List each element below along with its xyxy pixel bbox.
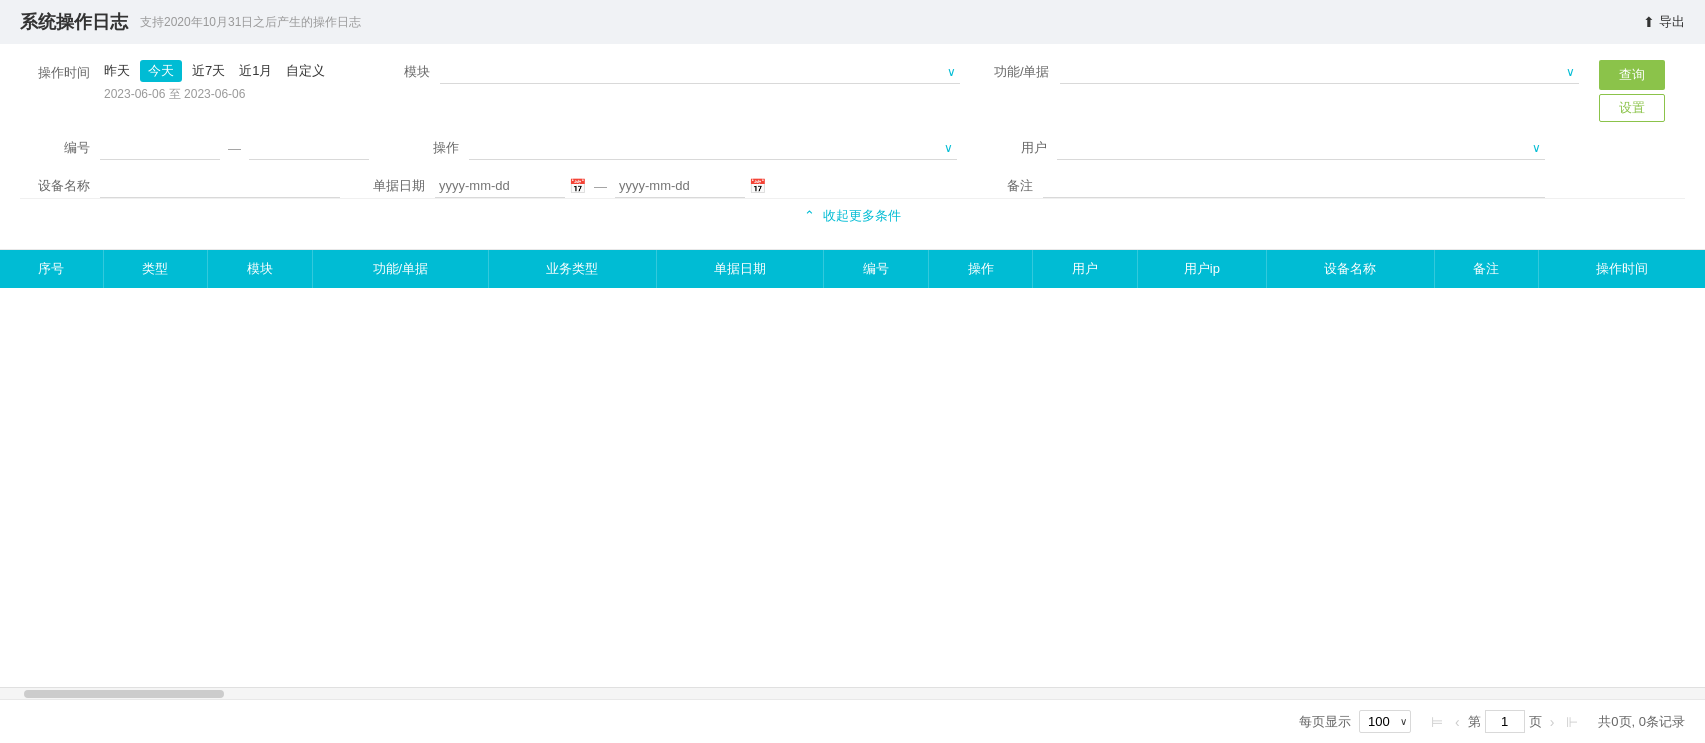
user-select-wrapper: ∨ [1057, 136, 1545, 160]
page-header: 系统操作日志 支持2020年10月31日之后产生的操作日志 ⬆ 导出 [0, 0, 1705, 44]
table-body [0, 288, 1705, 668]
header-left: 系统操作日志 支持2020年10月31日之后产生的操作日志 [20, 10, 361, 34]
calendar-to-icon[interactable]: 📅 [749, 178, 766, 194]
module-input[interactable] [440, 60, 960, 84]
page-number-input[interactable] [1485, 710, 1525, 733]
col-op-time: 操作时间 [1538, 250, 1705, 288]
query-button[interactable]: 查询 [1599, 60, 1665, 90]
first-page-button[interactable]: ⊨ [1427, 712, 1447, 732]
time-range-text: 2023-06-06 至 2023-06-06 [104, 86, 329, 103]
date-dash: — [594, 179, 607, 194]
date-label: 单据日期 [360, 177, 425, 195]
col-function: 功能/单据 [312, 250, 488, 288]
time-buttons: 昨天 今天 近7天 近1月 自定义 [100, 60, 329, 82]
number-label: 编号 [20, 139, 90, 157]
module-select-wrapper: ∨ [440, 60, 960, 84]
per-page-wrapper: 20 50 100 200 ∨ [1359, 710, 1411, 733]
table-header: 序号 类型 模块 功能/单据 业务类型 单据日期 编号 操作 用户 用户ip 设… [0, 250, 1705, 288]
user-input[interactable] [1057, 136, 1545, 160]
time-btn-yesterday[interactable]: 昨天 [100, 60, 134, 82]
page-wrapper: 系统操作日志 支持2020年10月31日之后产生的操作日志 ⬆ 导出 操作时间 … [0, 0, 1705, 743]
col-module: 模块 [208, 250, 312, 288]
prev-page-button[interactable]: ‹ [1451, 712, 1464, 732]
operation-select-wrapper: ∨ [469, 136, 957, 160]
col-index: 序号 [0, 250, 103, 288]
date-from-input[interactable] [435, 174, 565, 198]
operation-input[interactable] [469, 136, 957, 160]
function-input[interactable] [1060, 60, 1580, 84]
col-device: 设备名称 [1266, 250, 1434, 288]
device-label: 设备名称 [20, 177, 90, 195]
last-page-button[interactable]: ⊩ [1562, 712, 1582, 732]
action-buttons: 查询 设置 [1599, 60, 1685, 122]
col-type: 类型 [103, 250, 207, 288]
filter-area: 操作时间 昨天 今天 近7天 近1月 自定义 2023-06-06 至 2023… [0, 44, 1705, 250]
collapse-label: 收起更多条件 [823, 208, 901, 223]
page-unit: 页 [1529, 713, 1542, 731]
operation-label: 操作 [389, 139, 459, 157]
date-to-input[interactable] [615, 174, 745, 198]
page-nav: ⊨ ‹ 第 页 › ⊩ [1427, 710, 1582, 733]
per-page-label: 每页显示 [1299, 713, 1351, 731]
date-range-group: 📅 — 📅 [435, 174, 943, 198]
col-user: 用户 [1033, 250, 1137, 288]
data-table: 序号 类型 模块 功能/单据 业务类型 单据日期 编号 操作 用户 用户ip 设… [0, 250, 1705, 668]
number-dash: — [228, 141, 241, 156]
scroll-thumb[interactable] [24, 690, 224, 698]
function-select-wrapper: ∨ [1060, 60, 1580, 84]
col-number: 编号 [824, 250, 928, 288]
function-label: 功能/单据 [980, 63, 1050, 81]
table-header-row: 序号 类型 模块 功能/单据 业务类型 单据日期 编号 操作 用户 用户ip 设… [0, 250, 1705, 288]
settings-button[interactable]: 设置 [1599, 94, 1665, 122]
col-user-ip: 用户ip [1137, 250, 1266, 288]
user-label: 用户 [977, 139, 1047, 157]
device-input[interactable] [100, 174, 340, 198]
export-button[interactable]: ⬆ 导出 [1643, 13, 1685, 31]
per-page-select[interactable]: 20 50 100 200 [1359, 710, 1411, 733]
collapse-icon: ⌃ [804, 208, 815, 223]
number-from-input[interactable] [100, 136, 220, 160]
time-btn-1month[interactable]: 近1月 [235, 60, 276, 82]
number-to-input[interactable] [249, 136, 369, 160]
table-wrapper: 序号 类型 模块 功能/单据 业务类型 单据日期 编号 操作 用户 用户ip 设… [0, 250, 1705, 687]
time-btn-7days[interactable]: 近7天 [188, 60, 229, 82]
time-filter-group: 昨天 今天 近7天 近1月 自定义 2023-06-06 至 2023-06-0… [100, 60, 329, 103]
next-page-button[interactable]: › [1546, 712, 1559, 732]
scroll-track[interactable] [0, 687, 1705, 699]
page-subtitle: 支持2020年10月31日之后产生的操作日志 [140, 14, 361, 31]
time-btn-custom[interactable]: 自定义 [282, 60, 329, 82]
page-title: 系统操作日志 [20, 10, 128, 34]
collapse-bar[interactable]: ⌃ 收起更多条件 [20, 198, 1685, 233]
col-remark: 备注 [1434, 250, 1538, 288]
total-label: 共0页, 0条记录 [1598, 713, 1685, 731]
remark-input[interactable] [1043, 174, 1546, 198]
time-label: 操作时间 [20, 64, 90, 82]
remark-label: 备注 [963, 177, 1033, 195]
page-label: 第 [1468, 713, 1481, 731]
number-group: — [100, 136, 369, 160]
col-business-type: 业务类型 [489, 250, 657, 288]
time-btn-today[interactable]: 今天 [140, 60, 182, 82]
pagination-bar: 每页显示 20 50 100 200 ∨ ⊨ ‹ 第 页 › ⊩ 共0页, 0条… [0, 699, 1705, 743]
module-label: 模块 [360, 63, 430, 81]
export-icon: ⬆ [1643, 14, 1655, 30]
col-doc-date: 单据日期 [656, 250, 824, 288]
calendar-from-icon[interactable]: 📅 [569, 178, 586, 194]
col-operation: 操作 [928, 250, 1032, 288]
export-label: 导出 [1659, 13, 1685, 31]
